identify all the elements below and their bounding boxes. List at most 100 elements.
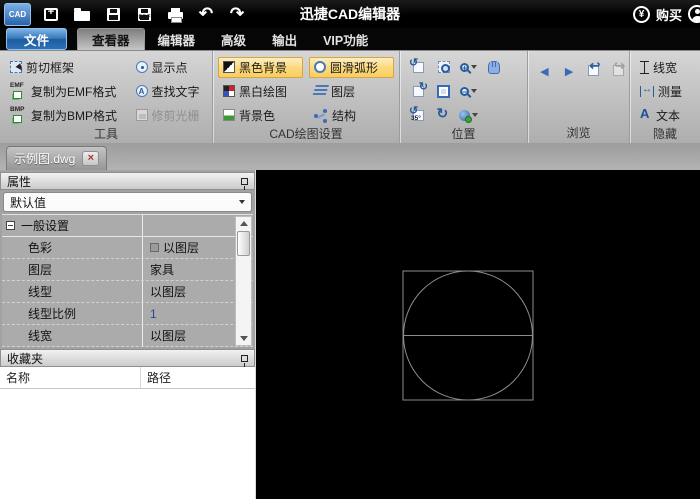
- open-file-button[interactable]: [71, 3, 93, 25]
- rotate-right-button[interactable]: [406, 80, 431, 102]
- close-tab-button[interactable]: [82, 151, 100, 166]
- preset-dropdown-value: 默认值: [10, 195, 47, 210]
- property-value: 以图层: [163, 241, 200, 255]
- property-row-linetype[interactable]: 线型 以图层: [2, 281, 253, 303]
- show-points-button[interactable]: 显示点: [131, 57, 208, 78]
- show-points-icon: [135, 61, 148, 73]
- favorites-column-path: 路径: [140, 367, 255, 388]
- app-logo-text: CAD: [8, 9, 27, 19]
- rotate-angle-button[interactable]: 35°: [406, 104, 431, 126]
- save-icon: [106, 7, 120, 21]
- back-button[interactable]: [534, 59, 555, 81]
- title-bar: CAD PDF 迅捷CAD编辑器 ¥ 购买: [0, 0, 700, 28]
- rotate-left-button[interactable]: [406, 56, 431, 78]
- zoom-refresh-button[interactable]: [431, 104, 456, 126]
- find-text-button[interactable]: 查找文字: [131, 81, 208, 102]
- zoom-in-button[interactable]: [456, 56, 481, 78]
- preset-dropdown[interactable]: 默认值: [3, 192, 252, 212]
- tab-output[interactable]: 输出: [259, 28, 310, 50]
- scrollbar-thumb[interactable]: [237, 231, 250, 256]
- line-width-button[interactable]: 线宽: [635, 57, 695, 78]
- collapse-icon[interactable]: [6, 221, 15, 230]
- currency-symbol: ¥: [638, 8, 645, 20]
- ribbon-group-cad-settings: 黑色背景 黑白绘图 背景色 圆滑弧形 图层 结构 CAD绘图设置: [213, 51, 400, 143]
- menu-bar: 文件 查看器 编辑器 高级 输出 VIP功能: [0, 28, 700, 50]
- scroll-down-icon[interactable]: [236, 332, 251, 345]
- app-window: CAD PDF 迅捷CAD编辑器 ¥ 购买 文件 查看器 编辑器 高级 输出 V…: [0, 0, 700, 499]
- currency-icon[interactable]: ¥: [632, 5, 650, 23]
- zoom-out-button[interactable]: [456, 80, 481, 102]
- rotate-left-icon: [409, 56, 424, 73]
- text-button[interactable]: 文本: [635, 105, 695, 126]
- tab-viewer[interactable]: 查看器: [77, 28, 145, 50]
- property-row-lineweight[interactable]: 线宽 以图层: [2, 325, 253, 347]
- button-label: 复制为EMF格式: [31, 84, 117, 99]
- property-value: 以图层: [150, 329, 187, 343]
- save-button[interactable]: [102, 3, 124, 25]
- bw-drawing-button[interactable]: 黑白绘图: [218, 81, 303, 102]
- ribbon-group-hide: 线宽 测量 文本 隐藏: [630, 51, 700, 143]
- zoom-extents-button[interactable]: [431, 80, 456, 102]
- structure-button[interactable]: 结构: [309, 105, 394, 126]
- crop-frame-button[interactable]: 剪切框架: [5, 57, 125, 78]
- properties-scrollbar[interactable]: [235, 216, 252, 346]
- chevron-down-icon: [471, 65, 477, 69]
- new-file-button[interactable]: [40, 3, 62, 25]
- document-tab[interactable]: 示例图.dwg: [6, 146, 108, 170]
- smooth-arc-icon: [314, 61, 326, 73]
- ribbon: 剪切框架 EMF 复制为EMF格式 BMP 复制为BMP格式 显示点 查找文字 修剪…: [0, 50, 700, 143]
- pan-button[interactable]: [481, 56, 506, 78]
- property-group-label: 一般设置: [21, 219, 70, 233]
- background-color-button[interactable]: 背景色: [218, 105, 303, 126]
- tab-advanced[interactable]: 高级: [208, 28, 259, 50]
- button-label: 显示点: [151, 60, 188, 75]
- document-tab-label: 示例图.dwg: [14, 152, 76, 166]
- zoom-scale-button[interactable]: [456, 104, 481, 126]
- copy-bmp-icon: BMP: [10, 106, 27, 123]
- copy-emf-icon: EMF: [10, 82, 27, 99]
- black-background-button[interactable]: 黑色背景: [218, 56, 303, 78]
- property-group-row[interactable]: 一般设置: [2, 215, 253, 237]
- undo-button[interactable]: [195, 3, 217, 25]
- properties-header: 属性: [0, 172, 255, 190]
- button-label: 文本: [656, 108, 681, 123]
- button-label: 背景色: [239, 108, 276, 123]
- favorites-list[interactable]: [0, 389, 255, 499]
- smooth-arc-button[interactable]: 圆滑弧形: [309, 56, 394, 78]
- save-as-pdf-button[interactable]: PDF: [133, 3, 155, 25]
- group-label-hide: 隐藏: [652, 127, 677, 141]
- button-label: 线宽: [653, 60, 678, 75]
- pin-icon[interactable]: [241, 177, 248, 190]
- zoom-refresh-icon: [437, 105, 451, 122]
- property-value: 家具: [150, 263, 175, 277]
- button-label: 剪切框架: [26, 60, 75, 75]
- account-icon[interactable]: [688, 5, 700, 23]
- buy-button[interactable]: 购买: [656, 5, 682, 24]
- document-tab-strip: 示例图.dwg: [0, 143, 700, 170]
- pin-icon[interactable]: [241, 354, 248, 367]
- previous-view-button[interactable]: [584, 58, 605, 81]
- find-text-icon: [135, 85, 148, 97]
- next-view-icon: [613, 58, 625, 76]
- property-row-color[interactable]: 色彩 以图层: [2, 237, 253, 259]
- property-row-linetype-scale[interactable]: 线型比例 1: [2, 303, 253, 325]
- print-button[interactable]: [164, 3, 186, 25]
- measure-button[interactable]: 测量: [635, 81, 695, 102]
- copy-as-bmp-button[interactable]: BMP 复制为BMP格式: [5, 105, 125, 126]
- property-row-layer[interactable]: 图层 家具: [2, 259, 253, 281]
- button-label: 复制为BMP格式: [31, 108, 118, 123]
- zoom-window-button[interactable]: [431, 56, 456, 78]
- tab-editor[interactable]: 编辑器: [145, 28, 209, 50]
- trim-raster-button: 修剪光栅: [131, 105, 208, 126]
- scroll-up-icon[interactable]: [236, 217, 251, 230]
- cad-drawing: [402, 270, 534, 401]
- button-label: 黑白绘图: [239, 84, 288, 99]
- copy-as-emf-button[interactable]: EMF 复制为EMF格式: [5, 81, 125, 102]
- group-label-browse: 浏览: [566, 126, 591, 140]
- layers-button[interactable]: 图层: [309, 81, 394, 102]
- tab-file[interactable]: 文件: [6, 28, 68, 50]
- tab-vip[interactable]: VIP功能: [310, 28, 381, 50]
- drawing-canvas[interactable]: [256, 170, 700, 499]
- redo-button[interactable]: [226, 3, 248, 25]
- forward-button[interactable]: [559, 59, 580, 81]
